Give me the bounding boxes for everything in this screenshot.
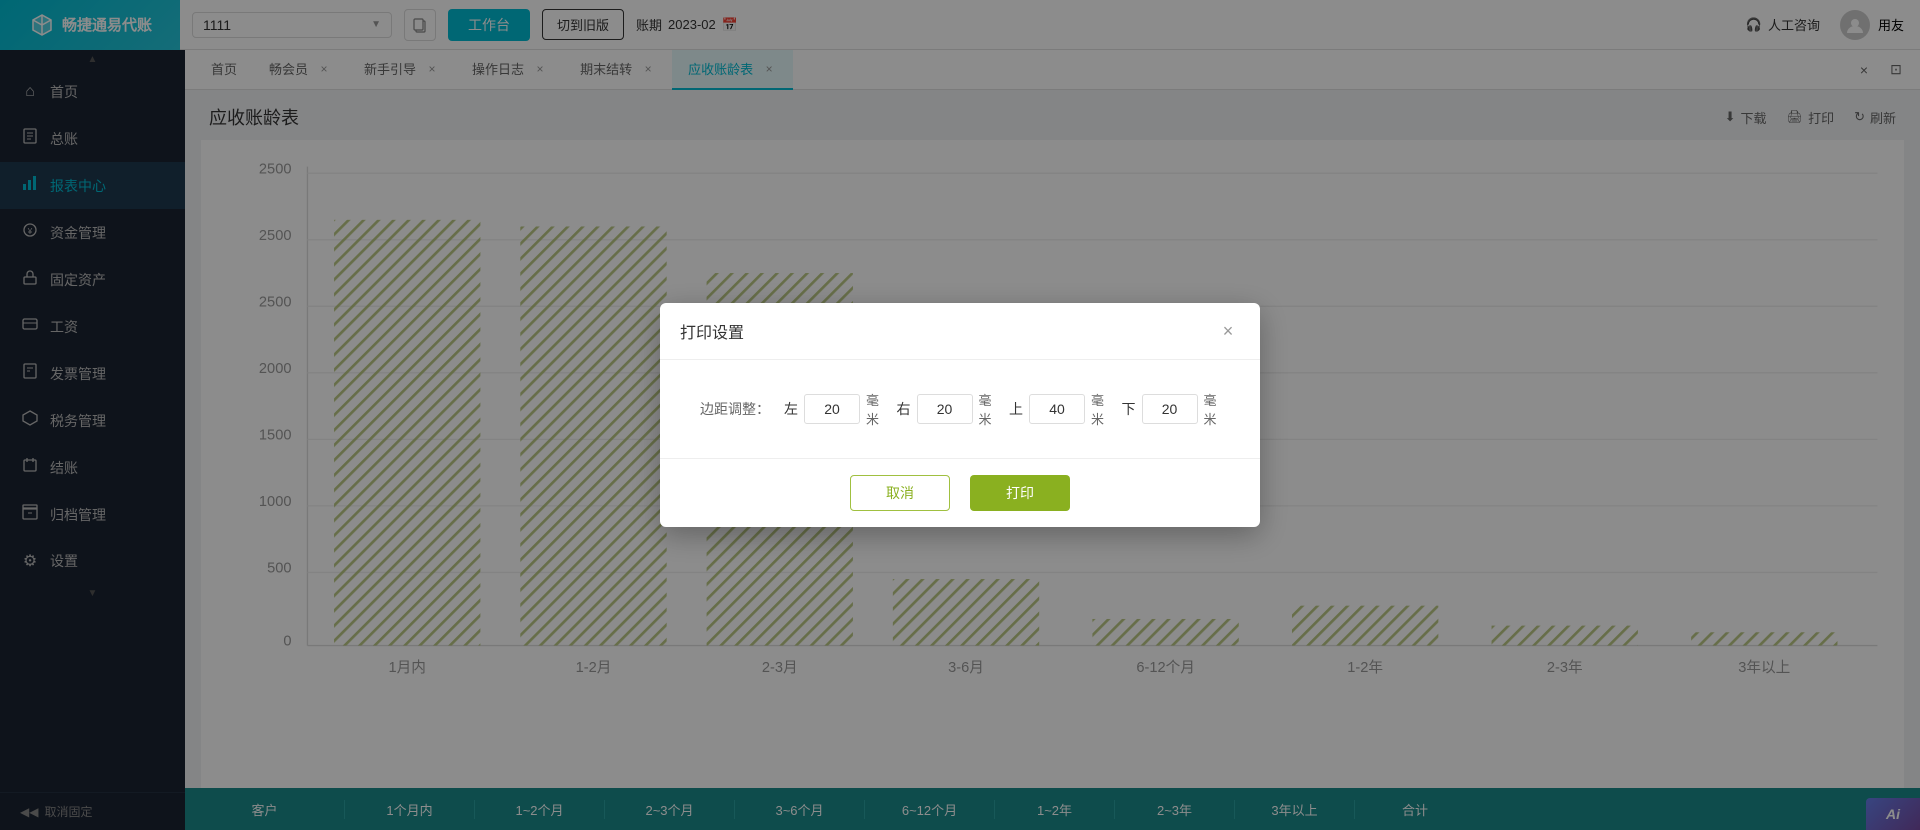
right-margin-group: 右 毫米 bbox=[897, 390, 996, 428]
modal-body: 边距调整： 左 毫米 右 毫米 上 毫米 下 bbox=[660, 360, 1260, 458]
modal-close-button[interactable]: × bbox=[1216, 319, 1240, 343]
modal-title: 打印设置 bbox=[680, 319, 744, 343]
bottom-unit: 毫米 bbox=[1204, 390, 1221, 428]
print-settings-dialog: 打印设置 × 边距调整： 左 毫米 右 毫米 上 bbox=[660, 303, 1260, 527]
left-unit: 毫米 bbox=[866, 390, 883, 428]
top-unit: 毫米 bbox=[1091, 390, 1108, 428]
left-margin-group: 左 毫米 bbox=[784, 390, 883, 428]
top-margin-group: 上 毫米 bbox=[1009, 390, 1108, 428]
right-unit: 毫米 bbox=[979, 390, 996, 428]
confirm-print-button[interactable]: 打印 bbox=[970, 475, 1070, 511]
margin-label: 边距调整： bbox=[700, 399, 770, 419]
left-margin-input[interactable] bbox=[804, 394, 860, 424]
top-dir-label: 上 bbox=[1009, 399, 1023, 419]
bottom-margin-input[interactable] bbox=[1142, 394, 1198, 424]
modal-overlay: 打印设置 × 边距调整： 左 毫米 右 毫米 上 bbox=[0, 0, 1920, 830]
bottom-margin-group: 下 毫米 bbox=[1122, 390, 1221, 428]
left-dir-label: 左 bbox=[784, 399, 798, 419]
modal-footer: 取消 打印 bbox=[660, 458, 1260, 527]
margin-row: 边距调整： 左 毫米 右 毫米 上 毫米 下 bbox=[700, 390, 1220, 428]
bottom-dir-label: 下 bbox=[1122, 399, 1136, 419]
right-margin-input[interactable] bbox=[917, 394, 973, 424]
top-margin-input[interactable] bbox=[1029, 394, 1085, 424]
modal-header: 打印设置 × bbox=[660, 303, 1260, 360]
cancel-button[interactable]: 取消 bbox=[850, 475, 950, 511]
right-dir-label: 右 bbox=[897, 399, 911, 419]
